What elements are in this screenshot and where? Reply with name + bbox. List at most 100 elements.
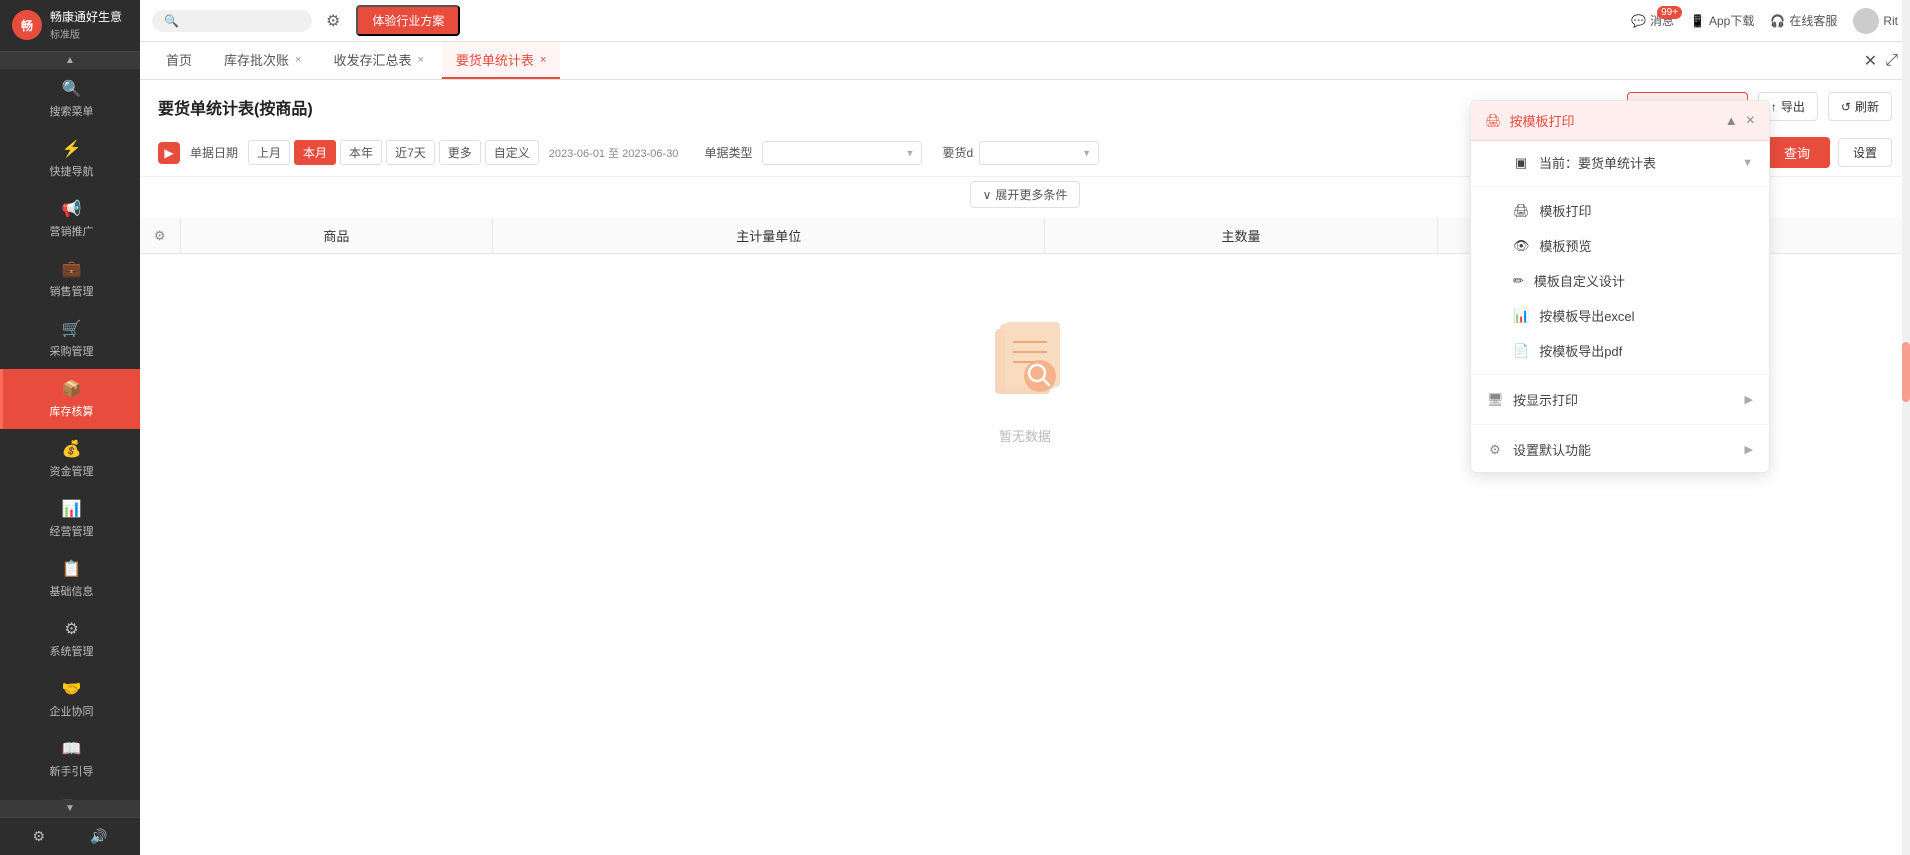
- dropdown-divider-3: [1471, 424, 1769, 425]
- set-default-label: 设置默认功能: [1513, 440, 1591, 459]
- sidebar-scroll-down[interactable]: ▼: [0, 800, 140, 817]
- dropdown-close-icon[interactable]: ×: [1746, 112, 1755, 130]
- tab-inventory-batch-label: 库存批次账: [224, 50, 289, 69]
- app-download-btn[interactable]: 📱 App下载: [1690, 12, 1754, 29]
- set-default-icon: ⚙: [1487, 442, 1503, 458]
- sidebar-item-business[interactable]: 📊 经营管理: [0, 489, 140, 549]
- dropdown-item-preview[interactable]: 👁 模板预览: [1471, 228, 1769, 263]
- topbar-search[interactable]: 🔍: [152, 10, 312, 32]
- sidebar: 畅 畅康通好生意 标准版 ▲ 🔍 搜索菜单 ⚡ 快捷导航 📢 营销推广 💼 销售…: [0, 0, 140, 855]
- dropdown-divider-1: [1471, 186, 1769, 187]
- scroll-thumb[interactable]: [1902, 342, 1910, 402]
- sidebar-item-quick-nav[interactable]: ⚡ 快捷导航: [0, 129, 140, 189]
- topbar-settings-icon[interactable]: ⚙: [326, 11, 340, 31]
- dropdown-item-display-print[interactable]: 🖥 按显示打印 ▶: [1471, 381, 1769, 418]
- sidebar-item-search[interactable]: 🔍 搜索菜单: [0, 69, 140, 129]
- sidebar-item-collab[interactable]: 🤝 企业协同: [0, 669, 140, 729]
- user-profile[interactable]: Rit: [1853, 8, 1898, 34]
- sidebar-item-label-business: 经营管理: [50, 523, 94, 539]
- online-service-label: 在线客服: [1789, 12, 1837, 29]
- settings-icon[interactable]: ⚙: [154, 228, 166, 243]
- dropdown-print-icon: 🖨: [1485, 113, 1502, 129]
- tab-receive-summary-label: 收发存汇总表: [333, 50, 411, 69]
- export-pdf-label: 按模板导出pdf: [1539, 341, 1622, 360]
- messages-badge: 99+: [1657, 6, 1682, 19]
- tab-inventory-batch[interactable]: 库存批次账 ×: [210, 42, 315, 79]
- dropdown-section-current: ▣ 当前：要货单统计表 ▼: [1471, 141, 1769, 184]
- yaohuo-select[interactable]: [979, 141, 1099, 165]
- tab-order-stats[interactable]: 要货单统计表 ×: [442, 42, 560, 79]
- th-settings[interactable]: ⚙: [140, 218, 180, 254]
- dropdown-item-export-pdf[interactable]: 📄 按模板导出pdf: [1471, 333, 1769, 368]
- set-default-expand: ▶: [1745, 443, 1753, 456]
- trial-btn[interactable]: 体验行业方案: [356, 5, 460, 36]
- sidebar-item-label-basic: 基础信息: [50, 583, 94, 599]
- sidebar-item-label-purchase: 采购管理: [50, 343, 94, 359]
- scroll-track: [1902, 0, 1910, 855]
- dropdown-current-template[interactable]: ▣ 当前：要货单统计表 ▼: [1471, 145, 1769, 180]
- dropdown-header: 🖨 按模板打印 ▲ ×: [1471, 101, 1769, 141]
- avatar: [1853, 8, 1879, 34]
- sidebar-scroll-up[interactable]: ▲: [0, 52, 140, 69]
- refresh-btn-label: 刷新: [1855, 98, 1879, 115]
- date-filter-label: 单据日期: [190, 144, 238, 161]
- date-range-text: 2023-06-01 至 2023-06-30: [549, 145, 679, 161]
- dropdown-item-export-excel[interactable]: 📊 按模板导出excel: [1471, 298, 1769, 333]
- date-btn-more[interactable]: 更多: [439, 140, 481, 165]
- print-item-label: 模板打印: [1540, 201, 1592, 220]
- sidebar-item-sales[interactable]: 💼 销售管理: [0, 249, 140, 309]
- quick-nav-icon: ⚡: [62, 139, 82, 159]
- sidebar-logo: 畅 畅康通好生意 标准版: [0, 0, 140, 52]
- type-select[interactable]: [762, 141, 922, 165]
- th-quantity: 主数量: [1045, 218, 1438, 254]
- th-unit: 主计量单位: [493, 218, 1045, 254]
- filter-settings-btn[interactable]: 设置: [1838, 138, 1892, 167]
- tab-close-window[interactable]: ✕: [1864, 51, 1877, 71]
- date-btn-this-month[interactable]: 本月: [294, 140, 336, 165]
- current-expand-icon: ▼: [1742, 157, 1753, 169]
- tab-close-inventory-batch[interactable]: ×: [295, 54, 301, 66]
- search-nav-icon: 🔍: [62, 79, 82, 99]
- refresh-btn[interactable]: ↺ 刷新: [1828, 92, 1892, 121]
- expand-more-btn[interactable]: ∨ 展开更多条件: [970, 181, 1081, 208]
- sidebar-item-guide[interactable]: 📖 新手引导: [0, 729, 140, 789]
- filter-expand-btn[interactable]: ▶: [158, 142, 180, 164]
- tab-close-order-stats[interactable]: ×: [540, 54, 546, 66]
- topbar-right: 💬 消息 99+ 📱 App下载 🎧 在线客服 Rit: [1631, 8, 1898, 34]
- sidebar-item-inventory[interactable]: 📦 库存核算: [0, 369, 140, 429]
- export-pdf-icon: 📄: [1513, 343, 1529, 359]
- dropdown-toggle-icon[interactable]: ▲: [1725, 113, 1738, 128]
- sidebar-item-marketing[interactable]: 📢 营销推广: [0, 189, 140, 249]
- sidebar-item-purchase[interactable]: 🛒 采购管理: [0, 309, 140, 369]
- dropdown-item-custom-design[interactable]: ✏ 模板自定义设计: [1471, 263, 1769, 298]
- custom-design-icon: ✏: [1513, 273, 1524, 289]
- dropdown-item-set-default[interactable]: ⚙ 设置默认功能 ▶: [1471, 431, 1769, 468]
- messages-icon: 💬: [1631, 14, 1646, 28]
- export-btn-label: 导出: [1781, 98, 1805, 115]
- sidebar-item-basic[interactable]: 📋 基础信息: [0, 549, 140, 609]
- sidebar-item-label-finance: 资金管理: [50, 463, 94, 479]
- sidebar-item-appstore[interactable]: 🏪 应用中心: [0, 789, 140, 800]
- settings-bottom-icon[interactable]: ⚙: [33, 828, 46, 845]
- display-print-label: 按显示打印: [1513, 390, 1578, 409]
- dropdown-section-display: 🖥 按显示打印 ▶: [1471, 377, 1769, 422]
- online-service-btn[interactable]: 🎧 在线客服: [1770, 12, 1837, 29]
- sidebar-item-label-quick: 快捷导航: [50, 163, 94, 179]
- tab-expand-window[interactable]: ⤢: [1885, 52, 1898, 70]
- logo-icon: 畅: [12, 10, 42, 40]
- dropdown-item-print[interactable]: 🖨 模板打印: [1471, 193, 1769, 228]
- date-btn-last-month[interactable]: 上月: [248, 140, 290, 165]
- sidebar-item-system[interactable]: ⚙ 系统管理: [0, 609, 140, 669]
- tab-receive-summary[interactable]: 收发存汇总表 ×: [319, 42, 437, 79]
- sidebar-item-finance[interactable]: 💰 资金管理: [0, 429, 140, 489]
- app-download-label: App下载: [1709, 12, 1754, 29]
- date-btn-last-7-days[interactable]: 近7天: [386, 140, 435, 165]
- date-btn-this-year[interactable]: 本年: [340, 140, 382, 165]
- preview-item-icon: 👁: [1513, 238, 1530, 254]
- messages-btn[interactable]: 💬 消息 99+: [1631, 12, 1674, 29]
- speaker-bottom-icon[interactable]: 🔊: [90, 828, 107, 845]
- date-btn-custom[interactable]: 自定义: [485, 140, 539, 165]
- tab-home[interactable]: 首页: [152, 42, 206, 79]
- tab-close-receive-summary[interactable]: ×: [417, 54, 423, 66]
- query-btn[interactable]: 查询: [1764, 137, 1830, 168]
